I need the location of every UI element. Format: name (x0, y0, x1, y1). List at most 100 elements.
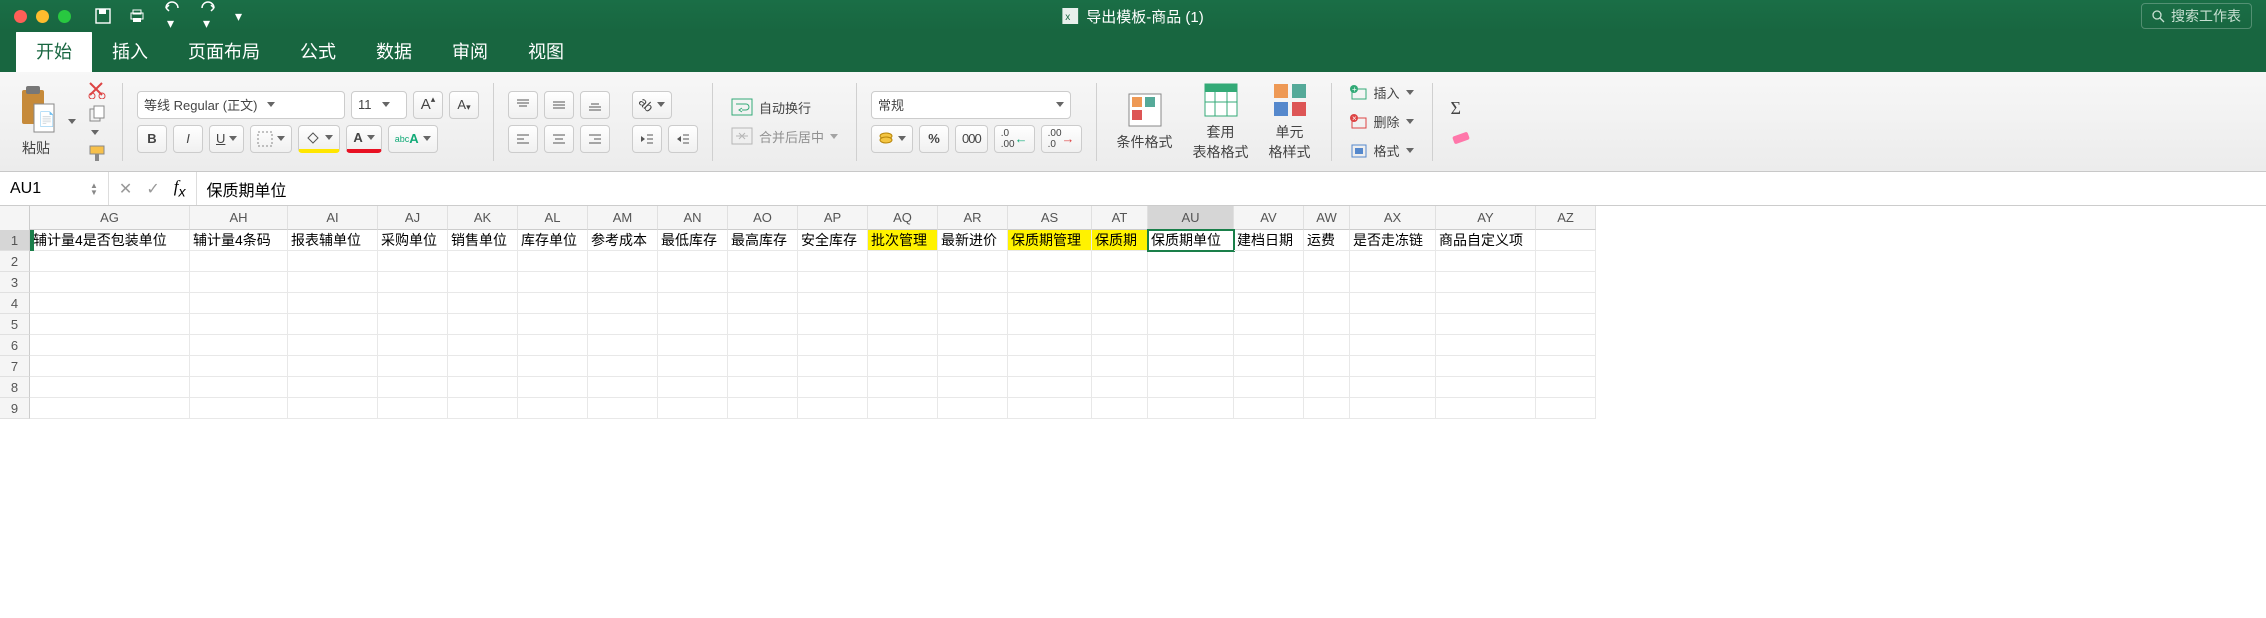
cell-AR2[interactable] (938, 251, 1008, 272)
name-box[interactable]: AU1 (0, 180, 90, 198)
cell-AI5[interactable] (288, 314, 378, 335)
cell-AK7[interactable] (448, 356, 518, 377)
cell-AN8[interactable] (658, 377, 728, 398)
cell-AY3[interactable] (1436, 272, 1536, 293)
table-format-button[interactable]: 套用 表格格式 (1187, 80, 1255, 164)
cell-AP2[interactable] (798, 251, 868, 272)
col-header-AS[interactable]: AS (1008, 206, 1092, 230)
cell-AL7[interactable] (518, 356, 588, 377)
cell-AJ1[interactable]: 采购单位 (378, 230, 448, 251)
cell-AG1[interactable]: 辅计量4是否包装单位 (30, 230, 190, 251)
tab-公式[interactable]: 公式 (280, 30, 356, 72)
font-name-select[interactable]: 等线 Regular (正文) (137, 91, 345, 119)
cell-AG5[interactable] (30, 314, 190, 335)
cell-AW9[interactable] (1304, 398, 1350, 419)
cell-AZ8[interactable] (1536, 377, 1596, 398)
cell-AI3[interactable] (288, 272, 378, 293)
fill-color-button[interactable] (298, 125, 340, 153)
tab-开始[interactable]: 开始 (16, 30, 92, 72)
cell-AV6[interactable] (1234, 335, 1304, 356)
cell-AX9[interactable] (1350, 398, 1436, 419)
cell-AI8[interactable] (288, 377, 378, 398)
cell-AV1[interactable]: 建档日期 (1234, 230, 1304, 251)
cell-AY2[interactable] (1436, 251, 1536, 272)
cell-AY8[interactable] (1436, 377, 1536, 398)
name-box-spinner[interactable]: ▲▼ (90, 182, 98, 196)
cell-AW8[interactable] (1304, 377, 1350, 398)
cell-AJ7[interactable] (378, 356, 448, 377)
cell-AW5[interactable] (1304, 314, 1350, 335)
cell-AZ7[interactable] (1536, 356, 1596, 377)
cell-AP7[interactable] (798, 356, 868, 377)
cell-AR6[interactable] (938, 335, 1008, 356)
cell-AK8[interactable] (448, 377, 518, 398)
row-header-7[interactable]: 7 (0, 356, 30, 377)
cell-AP3[interactable] (798, 272, 868, 293)
col-header-AI[interactable]: AI (288, 206, 378, 230)
cell-AR1[interactable]: 最新进价 (938, 230, 1008, 251)
row-header-6[interactable]: 6 (0, 335, 30, 356)
tab-视图[interactable]: 视图 (508, 30, 584, 72)
cell-AL8[interactable] (518, 377, 588, 398)
cell-AP9[interactable] (798, 398, 868, 419)
cell-AU9[interactable] (1148, 398, 1234, 419)
row-header-2[interactable]: 2 (0, 251, 30, 272)
tab-页面布局[interactable]: 页面布局 (168, 30, 280, 72)
cell-AU2[interactable] (1148, 251, 1234, 272)
increase-indent-button[interactable] (668, 125, 698, 153)
number-format-select[interactable]: 常规 (871, 91, 1071, 119)
align-top-button[interactable] (508, 91, 538, 119)
delete-cells-button[interactable]: ×删除 (1346, 110, 1418, 133)
cell-AO4[interactable] (728, 293, 798, 314)
cell-AP6[interactable] (798, 335, 868, 356)
cell-AW1[interactable]: 运费 (1304, 230, 1350, 251)
col-header-AP[interactable]: AP (798, 206, 868, 230)
cell-AH9[interactable] (190, 398, 288, 419)
cell-AT2[interactable] (1092, 251, 1148, 272)
maximize-window-button[interactable] (58, 10, 71, 23)
cell-AR8[interactable] (938, 377, 1008, 398)
cell-AT6[interactable] (1092, 335, 1148, 356)
cell-AP4[interactable] (798, 293, 868, 314)
align-left-button[interactable] (508, 125, 538, 153)
cell-AQ6[interactable] (868, 335, 938, 356)
row-header-3[interactable]: 3 (0, 272, 30, 293)
cell-AH8[interactable] (190, 377, 288, 398)
cell-AT9[interactable] (1092, 398, 1148, 419)
cell-AM8[interactable] (588, 377, 658, 398)
cell-AH6[interactable] (190, 335, 288, 356)
clear-button[interactable] (1447, 127, 1477, 147)
cell-AK9[interactable] (448, 398, 518, 419)
cell-AU5[interactable] (1148, 314, 1234, 335)
cell-AX5[interactable] (1350, 314, 1436, 335)
cell-AY9[interactable] (1436, 398, 1536, 419)
cell-AX1[interactable]: 是否走冻链 (1350, 230, 1436, 251)
cell-AV5[interactable] (1234, 314, 1304, 335)
cell-AR4[interactable] (938, 293, 1008, 314)
cell-AQ5[interactable] (868, 314, 938, 335)
cell-AZ1[interactable] (1536, 230, 1596, 251)
cell-AS3[interactable] (1008, 272, 1092, 293)
col-header-AL[interactable]: AL (518, 206, 588, 230)
cell-AK6[interactable] (448, 335, 518, 356)
cell-AM2[interactable] (588, 251, 658, 272)
col-header-AQ[interactable]: AQ (868, 206, 938, 230)
row-header-4[interactable]: 4 (0, 293, 30, 314)
cell-AQ1[interactable]: 批次管理 (868, 230, 938, 251)
copy-icon[interactable] (88, 105, 108, 138)
cell-AI9[interactable] (288, 398, 378, 419)
col-header-AN[interactable]: AN (658, 206, 728, 230)
cell-AQ9[interactable] (868, 398, 938, 419)
cell-AO9[interactable] (728, 398, 798, 419)
cancel-formula-button[interactable]: ✕ (119, 179, 132, 199)
cell-AI6[interactable] (288, 335, 378, 356)
cell-AS8[interactable] (1008, 377, 1092, 398)
align-right-button[interactable] (580, 125, 610, 153)
cell-AO8[interactable] (728, 377, 798, 398)
cell-AX6[interactable] (1350, 335, 1436, 356)
col-header-AY[interactable]: AY (1436, 206, 1536, 230)
cell-AU7[interactable] (1148, 356, 1234, 377)
cell-AH5[interactable] (190, 314, 288, 335)
cell-AS6[interactable] (1008, 335, 1092, 356)
cell-AL3[interactable] (518, 272, 588, 293)
